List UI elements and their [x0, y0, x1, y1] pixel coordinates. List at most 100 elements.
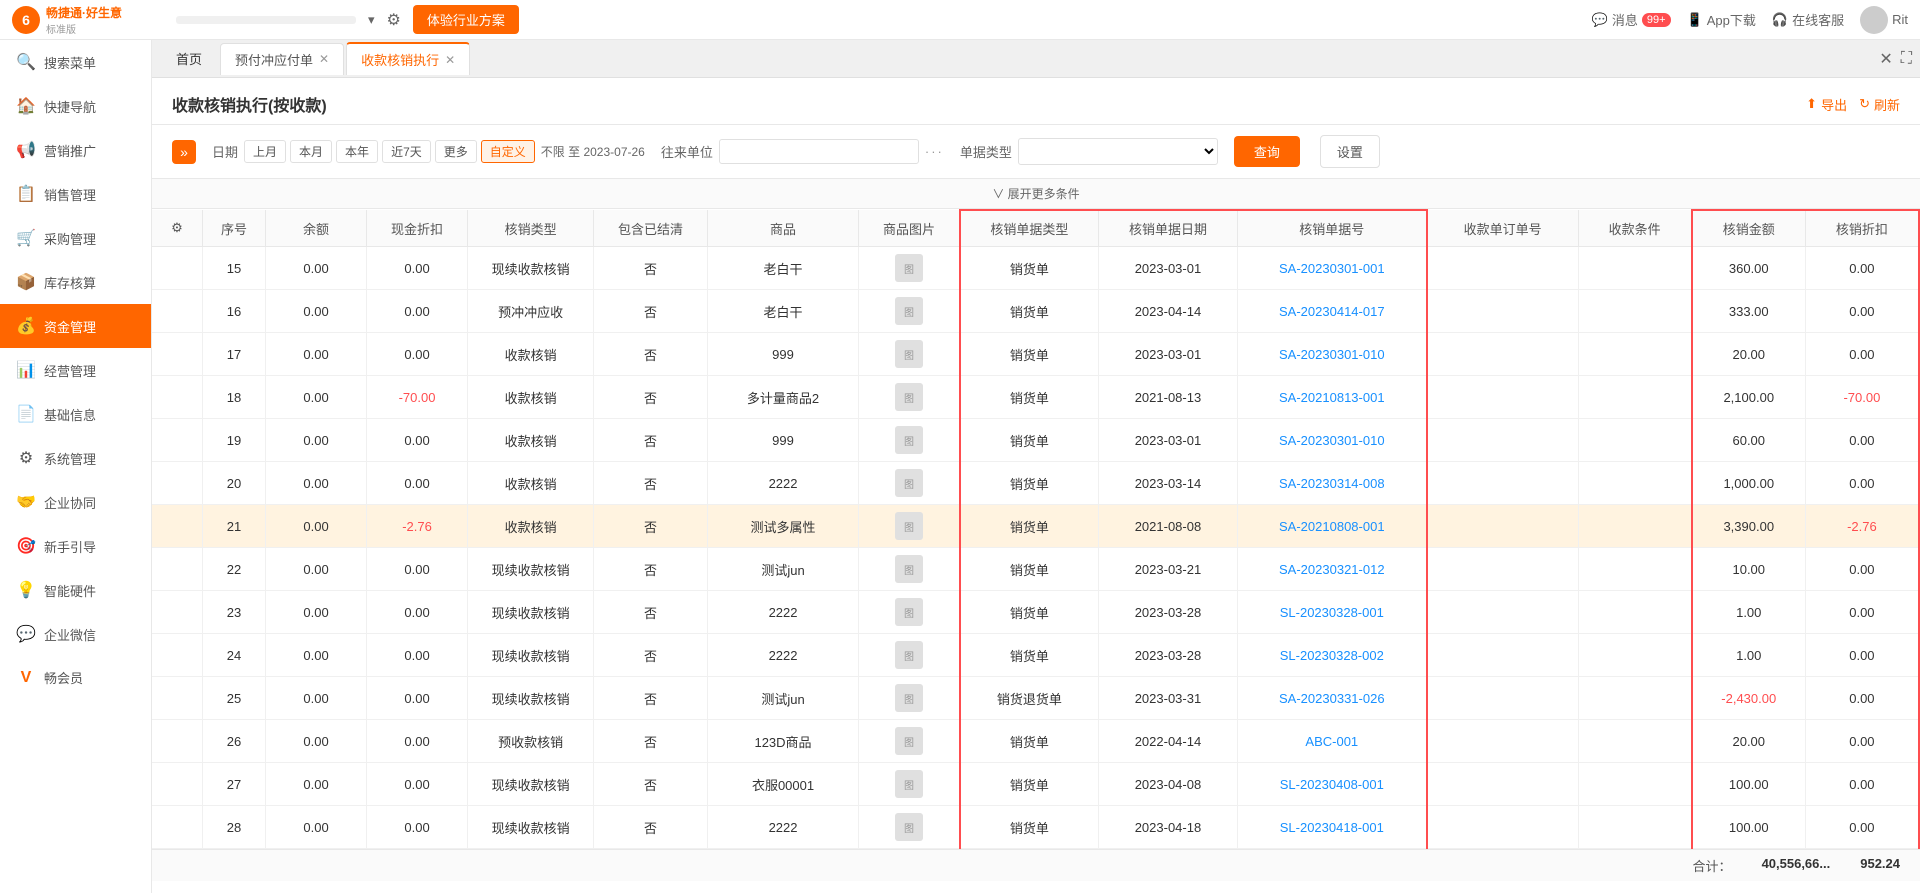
cancel-doc-no-link[interactable]: SA-20210808-001: [1279, 519, 1385, 534]
settings-icon[interactable]: ⚙: [387, 10, 401, 30]
expand-more-bar[interactable]: ∨ 展开更多条件: [152, 179, 1920, 209]
cell-cancel-doc-type: 销货单: [960, 376, 1099, 419]
sidebar-item-hardware[interactable]: 💡 智能硬件: [0, 568, 151, 612]
cell-cancel-discount: 0.00: [1805, 591, 1919, 634]
sidebar-item-wechat[interactable]: 💬 企业微信: [0, 612, 151, 656]
filter-date-last-month[interactable]: 上月: [244, 140, 286, 163]
gear-icon[interactable]: ⚙: [171, 220, 183, 235]
cancel-doc-no-link[interactable]: SL-20230418-001: [1280, 820, 1384, 835]
industry-solution-button[interactable]: 体验行业方案: [413, 5, 519, 34]
filter-date-more[interactable]: 更多: [435, 140, 477, 163]
tab-expand-button[interactable]: ⛶: [1901, 49, 1912, 69]
top-search-bar[interactable]: [176, 16, 356, 24]
cell-include-settled: 否: [594, 591, 708, 634]
cell-goods: 测试多属性: [707, 505, 858, 548]
cancel-doc-no-link[interactable]: SL-20230328-001: [1280, 605, 1384, 620]
filter-unit-group: 往来单位 ···: [661, 139, 944, 164]
cancel-doc-no-link[interactable]: SL-20230328-002: [1280, 648, 1384, 663]
cell-cancel-doc-no: SA-20230301-010: [1237, 419, 1426, 462]
cell-goods: 999: [707, 333, 858, 376]
filter-date-range: 不限 至 2023-07-26: [541, 143, 645, 160]
cell-receipt-condition: [1578, 419, 1692, 462]
dropdown-icon[interactable]: ▾: [368, 12, 375, 28]
sidebar-item-guide[interactable]: 🎯 新手引导: [0, 524, 151, 568]
app-download-item[interactable]: 📱 App下载: [1687, 10, 1756, 29]
cell-cancel-doc-date: 2023-04-18: [1099, 806, 1238, 849]
cell-gear: [152, 677, 202, 720]
query-button[interactable]: 查询: [1234, 136, 1300, 167]
filter-date-7days[interactable]: 近7天: [382, 140, 431, 163]
cell-include-settled: 否: [594, 290, 708, 333]
cancel-doc-no-link[interactable]: SA-20230331-026: [1279, 691, 1385, 706]
sidebar-item-basic-info[interactable]: 📄 基础信息: [0, 392, 151, 436]
cell-cancel-doc-date: 2023-03-14: [1099, 462, 1238, 505]
sidebar-item-inventory[interactable]: 📦 库存核算: [0, 260, 151, 304]
cell-cash-discount: -2.76: [367, 505, 468, 548]
filter-date-custom[interactable]: 自定义: [481, 140, 535, 163]
cancel-doc-no-link[interactable]: SA-20230414-017: [1279, 304, 1385, 319]
cancel-doc-no-link[interactable]: SA-20230321-012: [1279, 562, 1385, 577]
cell-goods: 测试jun: [707, 548, 858, 591]
cell-goods: 老白干: [707, 247, 858, 290]
cell-receipt-order-no: [1427, 720, 1578, 763]
cell-include-settled: 否: [594, 806, 708, 849]
online-service-item[interactable]: 🎧 在线客服: [1772, 10, 1844, 29]
cell-goods-img: 图: [859, 720, 960, 763]
cell-balance: 0.00: [266, 634, 367, 677]
user-avatar-item[interactable]: Rit: [1860, 6, 1908, 34]
cell-cancel-amount: 20.00: [1692, 720, 1806, 763]
col-gear[interactable]: ⚙: [152, 210, 202, 247]
cell-gear: [152, 548, 202, 591]
tab-receipts[interactable]: 收款核销执行 ✕: [346, 42, 470, 75]
tab-close-prepay[interactable]: ✕: [319, 52, 329, 66]
cell-balance: 0.00: [266, 247, 367, 290]
finance-icon: 💰: [16, 316, 36, 336]
sidebar-item-marketing[interactable]: 📢 营销推广: [0, 128, 151, 172]
cancel-doc-no-link[interactable]: SA-20230301-010: [1279, 347, 1385, 362]
logo: 6 畅捷通·好生意 标准版: [12, 4, 164, 36]
cell-cancel-discount: 0.00: [1805, 677, 1919, 720]
col-cancel-amount: 核销金额: [1692, 210, 1806, 247]
cancel-doc-no-link[interactable]: SA-20230301-010: [1279, 433, 1385, 448]
cell-cancel-type: 现续收款核销: [468, 634, 594, 677]
tab-home[interactable]: 首页: [160, 43, 218, 74]
sidebar-item-collab[interactable]: 🤝 企业协同: [0, 480, 151, 524]
cell-receipt-condition: [1578, 462, 1692, 505]
tab-close-receipts[interactable]: ✕: [445, 53, 455, 67]
cancel-doc-no-link[interactable]: SL-20230408-001: [1280, 777, 1384, 792]
cancel-doc-no-link[interactable]: SA-20210813-001: [1279, 390, 1385, 405]
sidebar-item-system[interactable]: ⚙ 系统管理: [0, 436, 151, 480]
sidebar-item-operations[interactable]: 📊 经营管理: [0, 348, 151, 392]
sidebar-item-sales[interactable]: 📋 销售管理: [0, 172, 151, 216]
sidebar-item-search[interactable]: 🔍 搜索菜单: [0, 40, 151, 84]
filter-doctype-select[interactable]: [1018, 138, 1218, 165]
cell-receipt-order-no: [1427, 376, 1578, 419]
sidebar-item-member[interactable]: V 畅会员: [0, 656, 151, 699]
col-cash-discount: 现金折扣: [367, 210, 468, 247]
sidebar-item-finance[interactable]: 💰 资金管理: [0, 304, 151, 348]
cell-receipt-condition: [1578, 333, 1692, 376]
sidebar-item-nav[interactable]: 🏠 快捷导航: [0, 84, 151, 128]
cell-include-settled: 否: [594, 376, 708, 419]
filter-date-buttons: 上月 本月 本年 近7天 更多 自定义: [244, 140, 535, 163]
refresh-button[interactable]: ↻ 刷新: [1859, 95, 1900, 114]
sidebar-item-purchase[interactable]: 🛒 采购管理: [0, 216, 151, 260]
cancel-doc-no-link[interactable]: SA-20230301-001: [1279, 261, 1385, 276]
cell-goods-img: 图: [859, 763, 960, 806]
export-button[interactable]: ⬆ 导出: [1806, 95, 1847, 114]
filter-expand-button[interactable]: »: [172, 140, 196, 164]
home-icon: 🏠: [16, 96, 36, 116]
tab-close-button[interactable]: ✕: [1879, 49, 1892, 69]
filter-date-this-month[interactable]: 本月: [290, 140, 332, 163]
data-table: ⚙ 序号 余额 现金折扣 核销类型 包含已结清 商品 商品图片 核销单据类型 核…: [152, 209, 1920, 849]
col-goods-img: 商品图片: [859, 210, 960, 247]
cancel-doc-no-link[interactable]: SA-20230314-008: [1279, 476, 1385, 491]
footer-discount-value: 952.24: [1860, 856, 1900, 875]
filter-date-this-year[interactable]: 本年: [336, 140, 378, 163]
tab-prepay[interactable]: 预付冲应付单 ✕: [220, 43, 344, 75]
filter-unit-input[interactable]: [719, 139, 919, 164]
notification-item[interactable]: 💬 消息 99+: [1592, 10, 1671, 29]
layout: 🔍 搜索菜单 🏠 快捷导航 📢 营销推广 📋 销售管理 🛒 采购管理 📦 库存核…: [0, 40, 1920, 893]
table-settings-button[interactable]: 设置: [1320, 135, 1380, 168]
cancel-doc-no-link[interactable]: ABC-001: [1305, 734, 1358, 749]
